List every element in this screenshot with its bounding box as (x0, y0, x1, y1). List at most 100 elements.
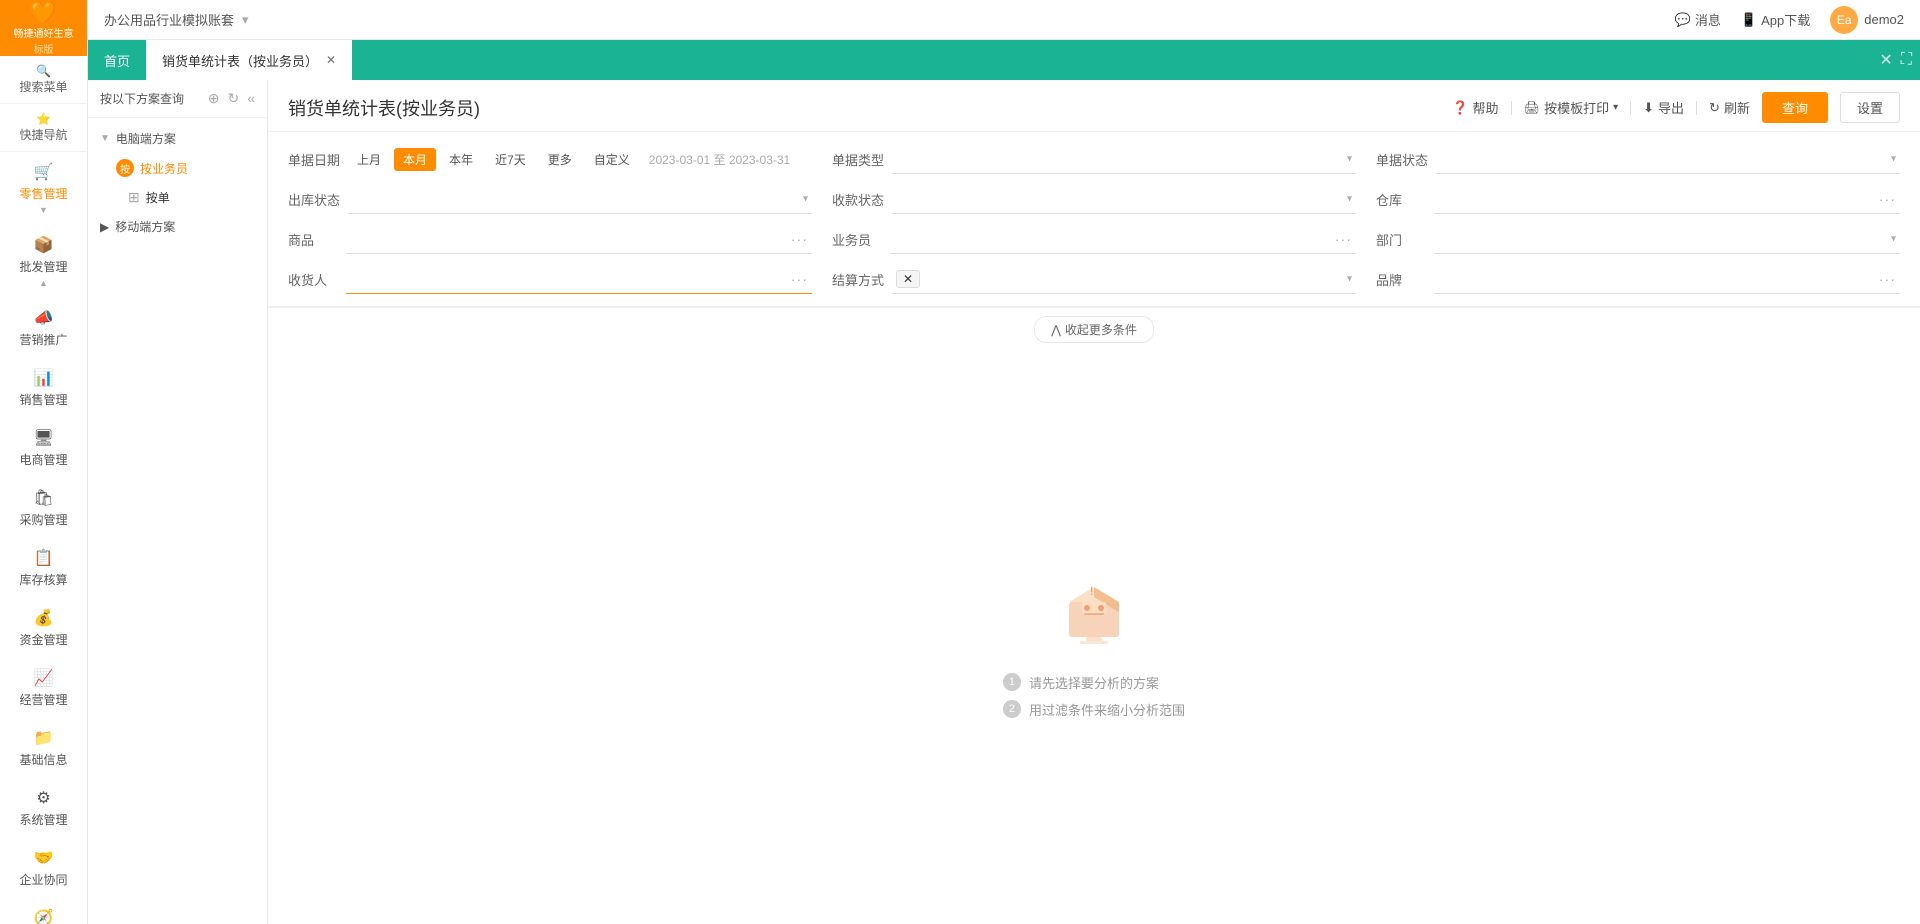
export-btn[interactable]: ⬇ 导出 (1643, 98, 1684, 117)
sidebar-item-basic[interactable]: 📁 基础信息 (0, 718, 87, 778)
collapse-panel-icon[interactable]: « (247, 90, 255, 107)
sidebar-item-purchase[interactable]: 🛍 采购管理 (0, 478, 87, 538)
date-tab-this-year[interactable]: 本年 (440, 148, 482, 171)
message-btn[interactable]: 💬 消息 (1675, 10, 1721, 29)
collection-arrow-icon: ▾ (1347, 194, 1352, 205)
warehouse-input[interactable] (1434, 184, 1900, 214)
sidebar-item-guide[interactable]: 🧭 新手引导 (0, 898, 87, 924)
sidebar-item-sales[interactable]: 📊 销售管理 (0, 358, 87, 418)
settlement-tag-area: ✕ (892, 264, 1356, 294)
warehouse-control: ··· (1434, 184, 1900, 214)
tab-close-all-icon[interactable]: ✕ (1879, 50, 1892, 70)
tab-expand-icon[interactable]: ⛶ (1901, 51, 1912, 69)
sidebar-item-marketing[interactable]: 📣 营销推广 (0, 298, 87, 358)
wholesale-arrow: ▲ (39, 278, 48, 288)
print-btn[interactable]: 🖨 按模板打印 ▾ (1524, 98, 1619, 117)
collection-label: 收款状态 (832, 190, 884, 209)
scheme-section: ▼ 电脑端方案 按 按业务员 ⊞ 按单 ▶ 移动端方案 (88, 118, 267, 247)
settlement-tag-close[interactable]: ✕ (903, 272, 913, 286)
salesperson-input[interactable] (890, 224, 1356, 254)
receiver-more-icon: ··· (791, 271, 808, 287)
brand-input[interactable] (1434, 264, 1900, 294)
purchase-icon: 🛍 (33, 488, 53, 508)
add-scheme-icon[interactable]: ⊕ (208, 90, 220, 107)
content-area: 按以下方案查询 ⊕ ↻ « ▼ 电脑端方案 按 按业务员 ⊞ 按单 (88, 80, 1920, 924)
date-tab-more[interactable]: 更多 (539, 148, 581, 171)
scheme-group-mobile[interactable]: ▶ 移动端方案 (88, 212, 267, 241)
sidebar-item-finance[interactable]: 💰 资金管理 (0, 598, 87, 658)
goods-input[interactable] (346, 224, 812, 254)
doc-status-input[interactable] (1436, 144, 1900, 174)
empty-state: ! 1 请先选择要分析的方案 2 用过滤条件来缩小分析范围 (268, 351, 1920, 924)
message-icon: 💬 (1675, 12, 1691, 28)
refresh-btn[interactable]: ↻ 刷新 (1709, 98, 1750, 117)
collapse-button[interactable]: ⋀ 收起更多条件 (1034, 316, 1154, 343)
operations-icon: 📈 (34, 668, 54, 688)
brand-more-icon: ··· (1879, 271, 1896, 287)
brand-label: 品牌 (1376, 270, 1426, 289)
empty-illustration: ! (1044, 557, 1144, 657)
out-status-input[interactable] (348, 184, 812, 214)
print-arrow-icon: ▾ (1613, 102, 1618, 113)
svg-text:!: ! (1090, 584, 1093, 598)
refresh-scheme-icon[interactable]: ↻ (227, 90, 239, 107)
sidebar: 🧡 畅捷通好生意 标版 🔍 搜索菜单 ⭐ 快捷导航 🛒 零售管理 ▼ 📦 批发管… (0, 0, 88, 924)
sales-icon: 📊 (34, 368, 54, 388)
scheme-group-pc[interactable]: ▼ 电脑端方案 (88, 124, 267, 153)
ecommerce-icon: 🖥 (33, 428, 53, 448)
out-status-label: 出库状态 (288, 190, 340, 209)
filter-doc-status: 单据状态 ▾ (1376, 144, 1900, 174)
app-download-btn[interactable]: 📱 App下载 (1741, 10, 1810, 29)
sidebar-item-ecommerce[interactable]: 🖥 电商管理 (0, 418, 87, 478)
top-bar-right: 💬 消息 📱 App下载 Ea demo2 (1675, 6, 1904, 34)
sidebar-item-system[interactable]: ⚙ 系统管理 (0, 778, 87, 838)
department-arrow-icon: ▾ (1891, 234, 1896, 245)
user-profile[interactable]: Ea demo2 (1830, 6, 1904, 34)
tab-close-icon[interactable]: ✕ (326, 53, 336, 67)
warehouse-label: 仓库 (1376, 190, 1426, 209)
sidebar-item-enterprise[interactable]: 🤝 企业协同 (0, 838, 87, 898)
empty-tip-2: 2 用过滤条件来缩小分析范围 (1003, 700, 1185, 719)
tab-report[interactable]: 销货单统计表（按业务员） ✕ (146, 40, 352, 80)
filter-date: 单据日期 上月 本月 本年 近7天 更多 自定义 2023-03-01 至 20… (288, 148, 812, 171)
top-bar: 办公用品行业模拟账套 ▾ 💬 消息 📱 App下载 Ea demo2 (88, 0, 1920, 40)
quick-nav[interactable]: ⭐ 快捷导航 (0, 104, 87, 152)
search-menu[interactable]: 🔍 搜索菜单 (0, 56, 87, 104)
out-status-arrow-icon: ▾ (803, 194, 808, 205)
tab-home[interactable]: 首页 (88, 40, 146, 80)
department-control: ▾ (1434, 224, 1900, 254)
doc-type-input[interactable] (892, 144, 1356, 174)
date-tab-7days[interactable]: 近7天 (486, 148, 535, 171)
filter-row-1: 单据日期 上月 本月 本年 近7天 更多 自定义 2023-03-01 至 20… (288, 144, 1900, 174)
help-btn[interactable]: ❓ 帮助 (1452, 98, 1498, 117)
date-tab-last-month[interactable]: 上月 (348, 148, 390, 171)
main-area: 办公用品行业模拟账套 ▾ 💬 消息 📱 App下载 Ea demo2 首页 (88, 0, 1920, 924)
settlement-control: ✕ ▾ (892, 264, 1356, 294)
collection-input[interactable] (892, 184, 1356, 214)
receiver-input[interactable] (346, 264, 812, 294)
scheme-item-order[interactable]: ⊞ 按单 (88, 183, 267, 212)
print-icon: 🖨 (1524, 100, 1541, 116)
query-button[interactable]: 查询 (1762, 92, 1828, 123)
sidebar-item-wholesale[interactable]: 📦 批发管理 ▲ (0, 225, 87, 298)
out-status-control: ▾ (348, 184, 812, 214)
sidebar-item-operations[interactable]: 📈 经营管理 (0, 658, 87, 718)
divider1 (1511, 101, 1512, 115)
date-tab-this-month[interactable]: 本月 (394, 148, 436, 171)
guide-icon: 🧭 (34, 908, 54, 924)
doc-status-label: 单据状态 (1376, 150, 1428, 169)
warehouse-more-icon: ··· (1879, 191, 1896, 207)
enterprise-icon: 🤝 (34, 848, 54, 868)
scheme-item-salesperson[interactable]: 按 按业务员 (88, 153, 267, 183)
collapse-icon: ⋀ (1051, 323, 1061, 337)
app-logo[interactable]: 🧡 畅捷通好生意 标版 (0, 0, 88, 56)
setting-button[interactable]: 设置 (1840, 92, 1900, 123)
department-input[interactable] (1434, 224, 1900, 254)
empty-tips: 1 请先选择要分析的方案 2 用过滤条件来缩小分析范围 (1003, 673, 1185, 719)
search-icon: 🔍 (36, 64, 51, 78)
filter-brand: 品牌 ··· (1376, 264, 1900, 294)
date-tab-custom[interactable]: 自定义 (585, 148, 639, 171)
sidebar-item-retail[interactable]: 🛒 零售管理 ▼ (0, 152, 87, 225)
quick-nav-icon: ⭐ (36, 112, 51, 126)
sidebar-item-inventory[interactable]: 📋 库存核算 (0, 538, 87, 598)
